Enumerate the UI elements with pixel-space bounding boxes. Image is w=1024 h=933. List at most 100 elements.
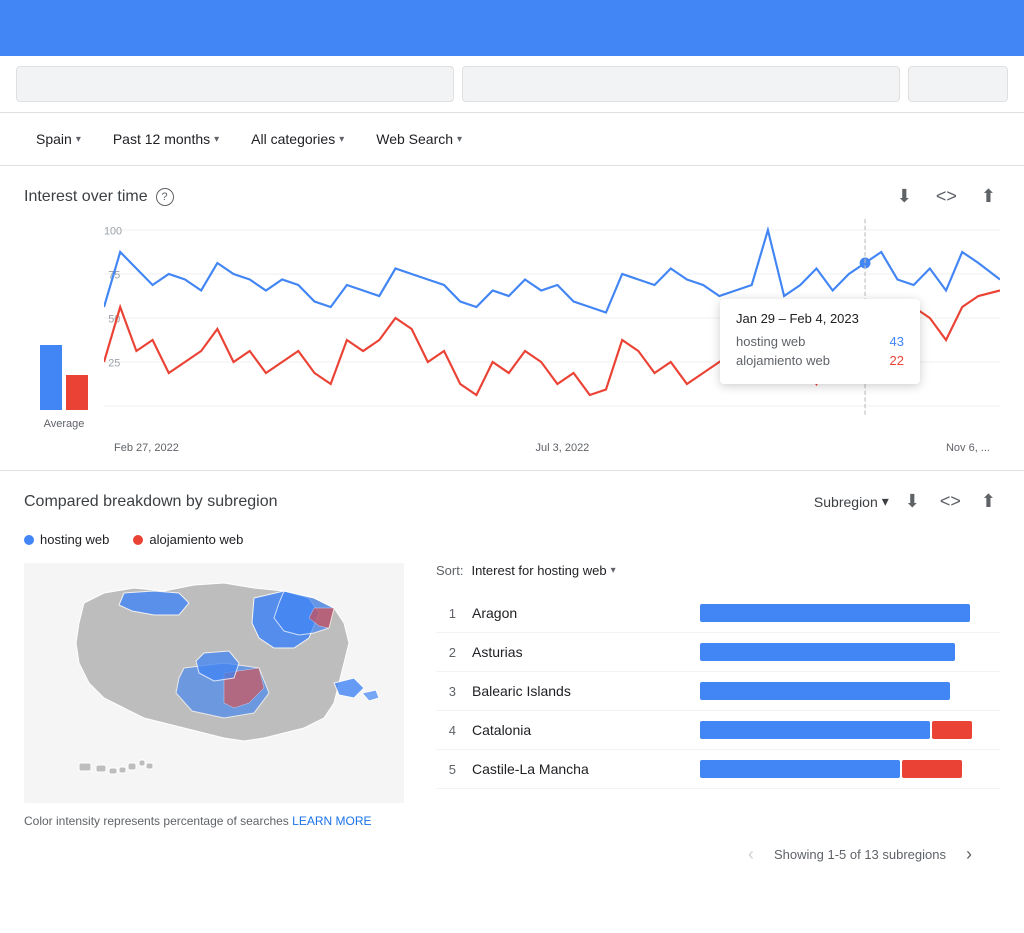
legend-item-red: alojamiento web	[133, 532, 243, 547]
share-button[interactable]: ⬆	[977, 182, 1000, 211]
map-caption: Color intensity represents percentage of…	[24, 814, 404, 828]
rank-bars	[700, 721, 1000, 739]
map-caption-text: Color intensity represents percentage of…	[24, 814, 289, 828]
search-bar-area	[0, 56, 1024, 113]
country-filter[interactable]: Spain ▾	[24, 125, 93, 153]
x-label-1: Feb 27, 2022	[114, 442, 179, 454]
rank-number: 1	[436, 606, 456, 621]
svg-text:100: 100	[104, 225, 122, 237]
rank-name: Asturias	[472, 644, 684, 660]
download-button[interactable]: ⬇	[893, 182, 916, 211]
embed-button[interactable]: <>	[932, 182, 961, 211]
breakdown-controls: Subregion ▾ ⬇ <> ⬆	[814, 487, 1000, 516]
avg-label: Average	[44, 418, 85, 430]
tooltip-label-2: alojamiento web	[736, 353, 830, 368]
breakdown-download-btn[interactable]: ⬇	[901, 487, 924, 516]
tooltip-date: Jan 29 – Feb 4, 2023	[736, 311, 904, 326]
top-bar	[0, 0, 1024, 56]
search-input-3[interactable]	[908, 66, 1008, 102]
x-label-2: Jul 3, 2022	[535, 442, 589, 454]
x-label-3: Nov 6, ...	[946, 442, 990, 454]
breakdown-header: Compared breakdown by subregion Subregio…	[24, 487, 1000, 516]
svg-text:25: 25	[108, 357, 120, 369]
prev-page-button[interactable]: ‹	[744, 840, 758, 869]
table-row: 5 Castile-La Mancha	[436, 750, 1000, 789]
table-row: 3 Balearic Islands	[436, 672, 1000, 711]
x-labels: Feb 27, 2022 Jul 3, 2022 Nov 6, ...	[104, 442, 1000, 454]
avg-bar-red	[66, 375, 88, 410]
breakdown-share-btn[interactable]: ⬆	[977, 487, 1000, 516]
map-area: Color intensity represents percentage of…	[24, 563, 404, 828]
subregion-arrow: ▾	[882, 493, 889, 510]
country-arrow: ▾	[76, 134, 81, 145]
rank-bar-blue	[700, 643, 955, 661]
pagination: ‹ Showing 1-5 of 13 subregions ›	[24, 828, 1000, 881]
chart-tooltip: Jan 29 – Feb 4, 2023 hosting web 43 aloj…	[720, 299, 920, 384]
breakdown-title: Compared breakdown by subregion	[24, 493, 277, 511]
avg-bars	[40, 330, 88, 410]
period-filter[interactable]: Past 12 months ▾	[101, 125, 231, 153]
legend-dot-blue	[24, 535, 34, 545]
learn-more-link[interactable]: LEARN MORE	[292, 814, 371, 828]
category-filter[interactable]: All categories ▾	[239, 125, 356, 153]
interest-over-time-title: Interest over time	[24, 188, 148, 206]
chart-avg: Average	[24, 219, 104, 454]
tooltip-value-1: 43	[890, 334, 904, 349]
table-row: 2 Asturias	[436, 633, 1000, 672]
search-input-2[interactable]	[462, 66, 900, 102]
legend-dot-red	[133, 535, 143, 545]
rank-number: 2	[436, 645, 456, 660]
chart-wrapper: Average 100 75 50 25	[24, 219, 1000, 454]
next-page-button[interactable]: ›	[962, 840, 976, 869]
breakdown-embed-btn[interactable]: <>	[936, 487, 965, 516]
period-arrow: ▾	[214, 134, 219, 145]
spain-map	[24, 563, 404, 803]
rank-bar-blue	[700, 604, 970, 622]
rank-number: 4	[436, 723, 456, 738]
chart-main: 100 75 50 25 Jan 29 – Feb 4, 2023 hostin…	[104, 219, 1000, 454]
rank-bar-blue	[700, 682, 950, 700]
search-input-1[interactable]	[16, 66, 454, 102]
subregion-button[interactable]: Subregion ▾	[814, 493, 889, 510]
breakdown-section: Compared breakdown by subregion Subregio…	[0, 471, 1024, 897]
rank-number: 5	[436, 762, 456, 777]
rank-name: Balearic Islands	[472, 683, 684, 699]
rank-list: 1 Aragon 2 Asturias 3 Balearic Islands 4…	[436, 594, 1000, 789]
sort-arrow: ▾	[611, 565, 616, 576]
tooltip-label-1: hosting web	[736, 334, 805, 349]
rank-name: Castile-La Mancha	[472, 761, 684, 777]
rank-bar-red	[902, 760, 962, 778]
tooltip-value-2: 22	[890, 353, 904, 368]
help-icon[interactable]: ?	[156, 188, 174, 206]
legend-label-red: alojamiento web	[149, 532, 243, 547]
subregion-label: Subregion	[814, 494, 878, 510]
section-title: Interest over time ?	[24, 188, 174, 206]
rank-bar-blue	[700, 721, 930, 739]
table-row: 1 Aragon	[436, 594, 1000, 633]
avg-bar-blue	[40, 345, 62, 410]
legend: hosting web alojamiento web	[24, 532, 1000, 547]
sort-dropdown[interactable]: Interest for hosting web ▾	[471, 563, 615, 578]
rank-bars	[700, 760, 1000, 778]
interest-over-time-section: Interest over time ? ⬇ <> ⬆ Average	[0, 166, 1024, 471]
period-label: Past 12 months	[113, 131, 210, 147]
sort-value: Interest for hosting web	[471, 563, 606, 578]
rankings: Sort: Interest for hosting web ▾ 1 Arago…	[436, 563, 1000, 828]
tooltip-row-1: hosting web 43	[736, 334, 904, 349]
tooltip-row-2: alojamiento web 22	[736, 353, 904, 368]
rank-bar-red	[932, 721, 972, 739]
sort-label: Sort:	[436, 563, 463, 578]
sort-row: Sort: Interest for hosting web ▾	[436, 563, 1000, 578]
search-type-arrow: ▾	[457, 134, 462, 145]
category-arrow: ▾	[339, 134, 344, 145]
filter-row: Spain ▾ Past 12 months ▾ All categories …	[0, 113, 1024, 166]
section-actions: ⬇ <> ⬆	[893, 182, 1000, 211]
category-label: All categories	[251, 131, 335, 147]
table-row: 4 Catalonia	[436, 711, 1000, 750]
country-label: Spain	[36, 131, 72, 147]
rank-number: 3	[436, 684, 456, 699]
legend-item-blue: hosting web	[24, 532, 109, 547]
breakdown-content: Color intensity represents percentage of…	[24, 563, 1000, 828]
search-type-filter[interactable]: Web Search ▾	[364, 125, 474, 153]
section-header: Interest over time ? ⬇ <> ⬆	[24, 182, 1000, 211]
